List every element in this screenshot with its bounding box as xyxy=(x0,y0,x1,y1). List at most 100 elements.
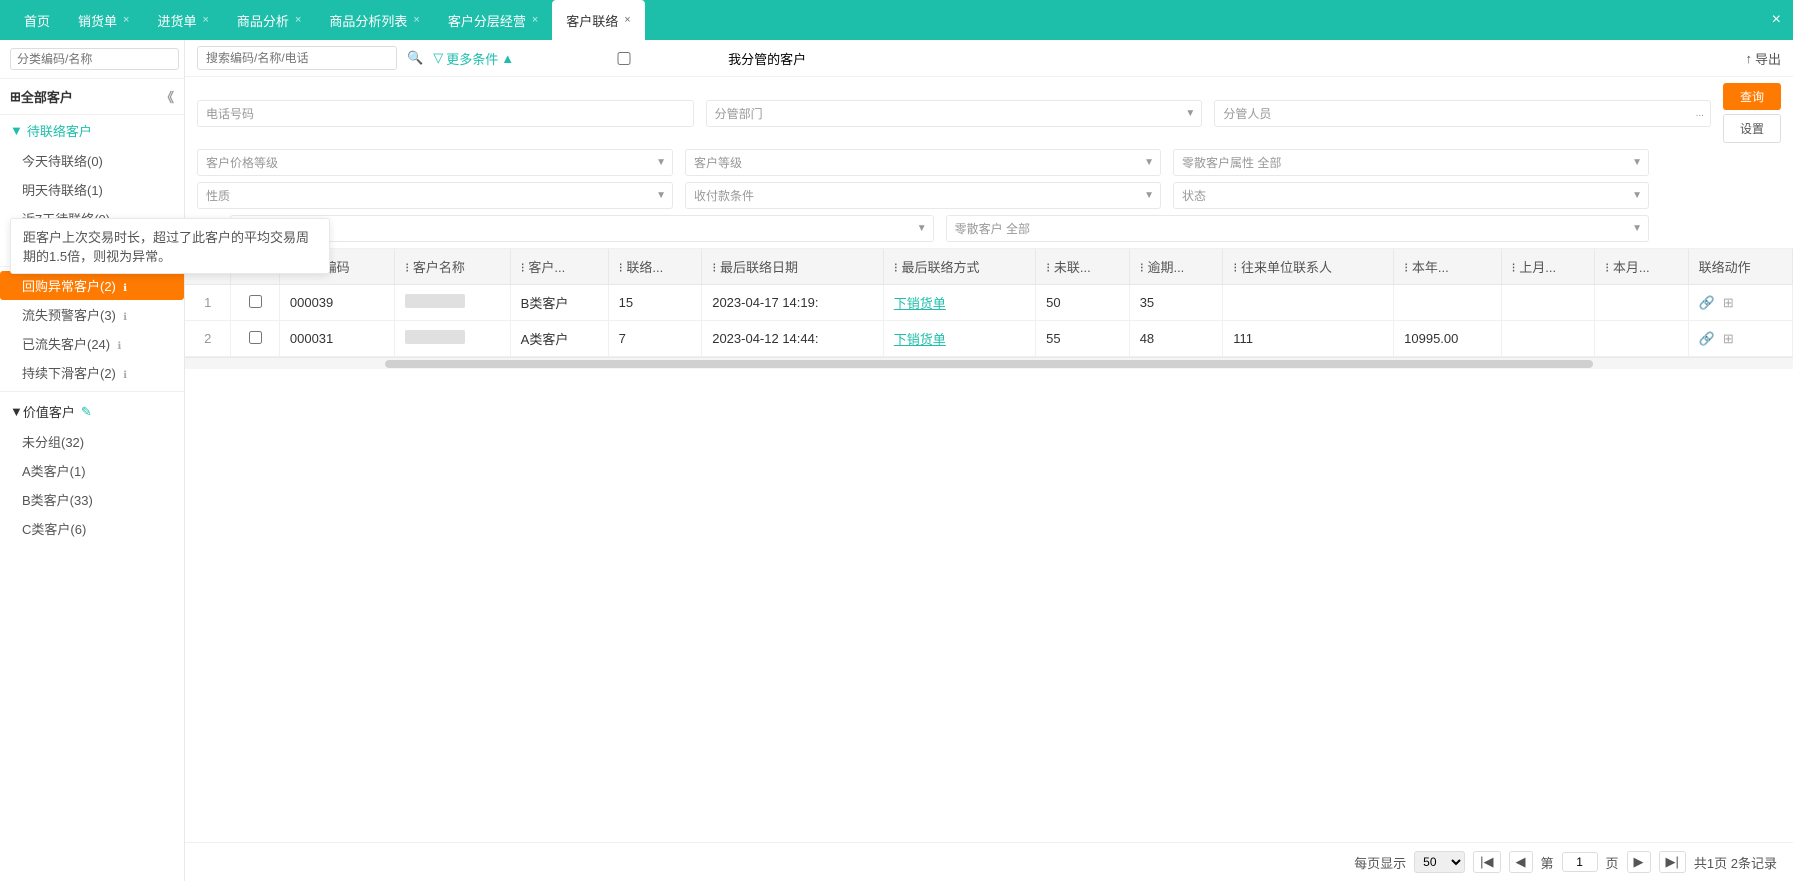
my-customers-checkbox[interactable] xyxy=(524,52,724,65)
page-prefix: 第 xyxy=(1541,853,1554,872)
total-records: 共1页 2条记录 xyxy=(1694,853,1777,872)
grid-action-icon[interactable]: ⊞ xyxy=(1723,331,1734,347)
sidebar-item-c-class[interactable]: C类客户(6) xyxy=(0,514,184,543)
chevron-down-icon: ▼ xyxy=(1632,157,1642,168)
tab-purchase[interactable]: 进货单 × xyxy=(143,0,222,40)
payment-field[interactable]: 收付款条件 ▼ xyxy=(685,182,1161,209)
customer-type-field[interactable]: 客户类型 ▼ xyxy=(230,215,933,242)
person-field[interactable]: 分管人员 ... xyxy=(1214,100,1711,127)
close-icon[interactable]: × xyxy=(123,14,129,26)
sidebar-item-a-class[interactable]: A类客户(1) xyxy=(0,456,184,485)
grid-action-icon[interactable]: ⊞ xyxy=(1723,295,1734,311)
col-action: 联络动作 xyxy=(1688,249,1792,285)
col-resize: ⁝ xyxy=(894,260,898,275)
tab-product-analysis-list[interactable]: 商品分析列表 × xyxy=(315,0,433,40)
set-button[interactable]: 设置 xyxy=(1723,114,1781,143)
sidebar-group-value[interactable]: ▼ 价值客户 ✎ xyxy=(0,396,184,427)
close-icon[interactable]: × xyxy=(295,14,301,26)
col-resize: ⁝ xyxy=(619,260,623,275)
chevron-down-icon: ▼ xyxy=(917,223,927,234)
last-contact-method[interactable]: 下销货单 xyxy=(883,321,1035,357)
row-checkbox xyxy=(231,321,280,357)
chevron-down-icon: ▼ xyxy=(1144,190,1154,201)
page-number-input[interactable] xyxy=(1562,852,1598,872)
close-icon[interactable]: × xyxy=(624,14,630,26)
sidebar-item-today[interactable]: 今天待联络(0) xyxy=(0,146,184,175)
sidebar-item-lost[interactable]: 已流失客户(24) ℹ xyxy=(0,329,184,358)
sidebar-item-ungrouped[interactable]: 未分组(32) xyxy=(0,427,184,456)
retail-attr-field[interactable]: 零散客户属性 全部 ▼ xyxy=(1173,149,1649,176)
gender-field[interactable]: 性质 ▼ xyxy=(197,182,673,209)
table-row: 1 000039 B类客户 15 2023-04-17 14:19: 下销货单 xyxy=(185,285,1793,321)
tab-product-analysis[interactable]: 商品分析 × xyxy=(223,0,315,40)
last-contact-method[interactable]: 下销货单 xyxy=(883,285,1035,321)
col-last-date: ⁝ 最后联络日期 xyxy=(702,249,884,285)
tab-customer-tier[interactable]: 客户分层经营 × xyxy=(434,0,552,40)
chevron-down-icon: ▼ xyxy=(656,190,666,201)
col-resize: ⁝ xyxy=(1404,260,1408,275)
tab-sales[interactable]: 销货单 × xyxy=(64,0,143,40)
last-page-button[interactable]: ▶| xyxy=(1659,851,1686,873)
sidebar-item-loss-warning[interactable]: 流失预警客户(3) ℹ xyxy=(0,300,184,329)
phone-input[interactable] xyxy=(260,106,685,120)
more-conditions-button[interactable]: ▽ 更多条件 ▲ xyxy=(433,49,514,68)
search-input[interactable] xyxy=(197,46,397,70)
price-level-field[interactable]: 客户价格等级 ▼ xyxy=(197,149,673,176)
unit-contacts xyxy=(1223,285,1394,321)
row-checkbox xyxy=(231,285,280,321)
sidebar-item-tomorrow[interactable]: 明天待联络(1) xyxy=(0,175,184,204)
content-area: 🔍 ▽ 更多条件 ▲ 我分管的客户 ↑ 导出 电话号码 xyxy=(185,40,1793,881)
close-icon[interactable]: × xyxy=(532,14,538,26)
info-icon: ℹ xyxy=(117,341,121,352)
tab-home[interactable]: 首页 xyxy=(10,0,64,40)
sidebar-item-declining[interactable]: 持续下滑客户(2) ℹ xyxy=(0,358,184,387)
col-overdue: ⁝ 逾期... xyxy=(1129,249,1223,285)
row-select-checkbox[interactable] xyxy=(249,331,262,344)
status-field[interactable]: 状态 ▼ xyxy=(1173,182,1649,209)
row-num: 2 xyxy=(185,321,231,357)
chevron-down-icon: ▼ xyxy=(656,157,666,168)
link-icon[interactable]: 🔗 xyxy=(1699,295,1715,311)
col-resize: ⁝ xyxy=(1140,260,1144,275)
chevron-down-icon: ▼ xyxy=(1632,190,1642,201)
collapse-button[interactable]: 《 xyxy=(161,87,174,106)
close-icon[interactable]: × xyxy=(202,14,208,26)
col-resize: ⁝ xyxy=(1512,260,1516,275)
page-suffix: 页 xyxy=(1606,853,1619,872)
sidebar-group-pending[interactable]: ▼ 待联络客户 xyxy=(0,115,184,146)
col-name: ⁝ 客户名称 xyxy=(395,249,511,285)
col-level: ⁝ 客户... xyxy=(510,249,608,285)
prev-page-button[interactable]: ◀ xyxy=(1509,851,1533,873)
row-select-checkbox[interactable] xyxy=(249,295,262,308)
search-button[interactable]: 🔍 xyxy=(407,50,423,66)
export-button[interactable]: ↑ 导出 xyxy=(1745,49,1781,68)
sidebar-item-repurchase-abnormal[interactable]: 回购异常客户(2) ℹ xyxy=(0,271,184,300)
grid-icon: ⊞ xyxy=(10,89,21,105)
sidebar-search-input[interactable] xyxy=(10,48,179,70)
this-year-amount: 10995.00 xyxy=(1394,321,1501,357)
unit-contacts: 111 xyxy=(1223,321,1394,357)
col-resize: ⁝ xyxy=(712,260,716,275)
chevron-down-icon: ▼ xyxy=(10,123,23,138)
first-page-button[interactable]: |◀ xyxy=(1473,851,1500,873)
filter-bar: 🔍 ▽ 更多条件 ▲ 我分管的客户 ↑ 导出 xyxy=(185,40,1793,77)
overdue-days: 48 xyxy=(1129,321,1223,357)
customer-level-field[interactable]: 客户等级 ▼ xyxy=(685,149,1161,176)
customer-level: B类客户 xyxy=(510,285,608,321)
action-cell: 🔗 ⊞ xyxy=(1688,321,1792,357)
link-icon[interactable]: 🔗 xyxy=(1699,331,1715,347)
tab-customer-contact[interactable]: 客户联络 × xyxy=(552,0,644,40)
window-close-button[interactable]: × xyxy=(1772,11,1781,29)
col-uncontacted: ⁝ 未联... xyxy=(1036,249,1130,285)
per-page-select[interactable]: 50 100 200 xyxy=(1414,851,1465,873)
col-resize: ⁝ xyxy=(521,260,525,275)
last-contact-date: 2023-04-12 14:44: xyxy=(702,321,884,357)
edit-icon[interactable]: ✎ xyxy=(81,404,92,420)
export-icon: ↑ xyxy=(1745,51,1752,66)
dept-field[interactable]: 分管部门 ▼ xyxy=(706,100,1203,127)
query-button[interactable]: 查询 xyxy=(1723,83,1781,110)
sidebar-item-b-class[interactable]: B类客户(33) xyxy=(0,485,184,514)
retail-customer-field[interactable]: 零散客户 全部 ▼ xyxy=(946,215,1649,242)
close-icon[interactable]: × xyxy=(413,14,419,26)
next-page-button[interactable]: ▶ xyxy=(1627,851,1651,873)
